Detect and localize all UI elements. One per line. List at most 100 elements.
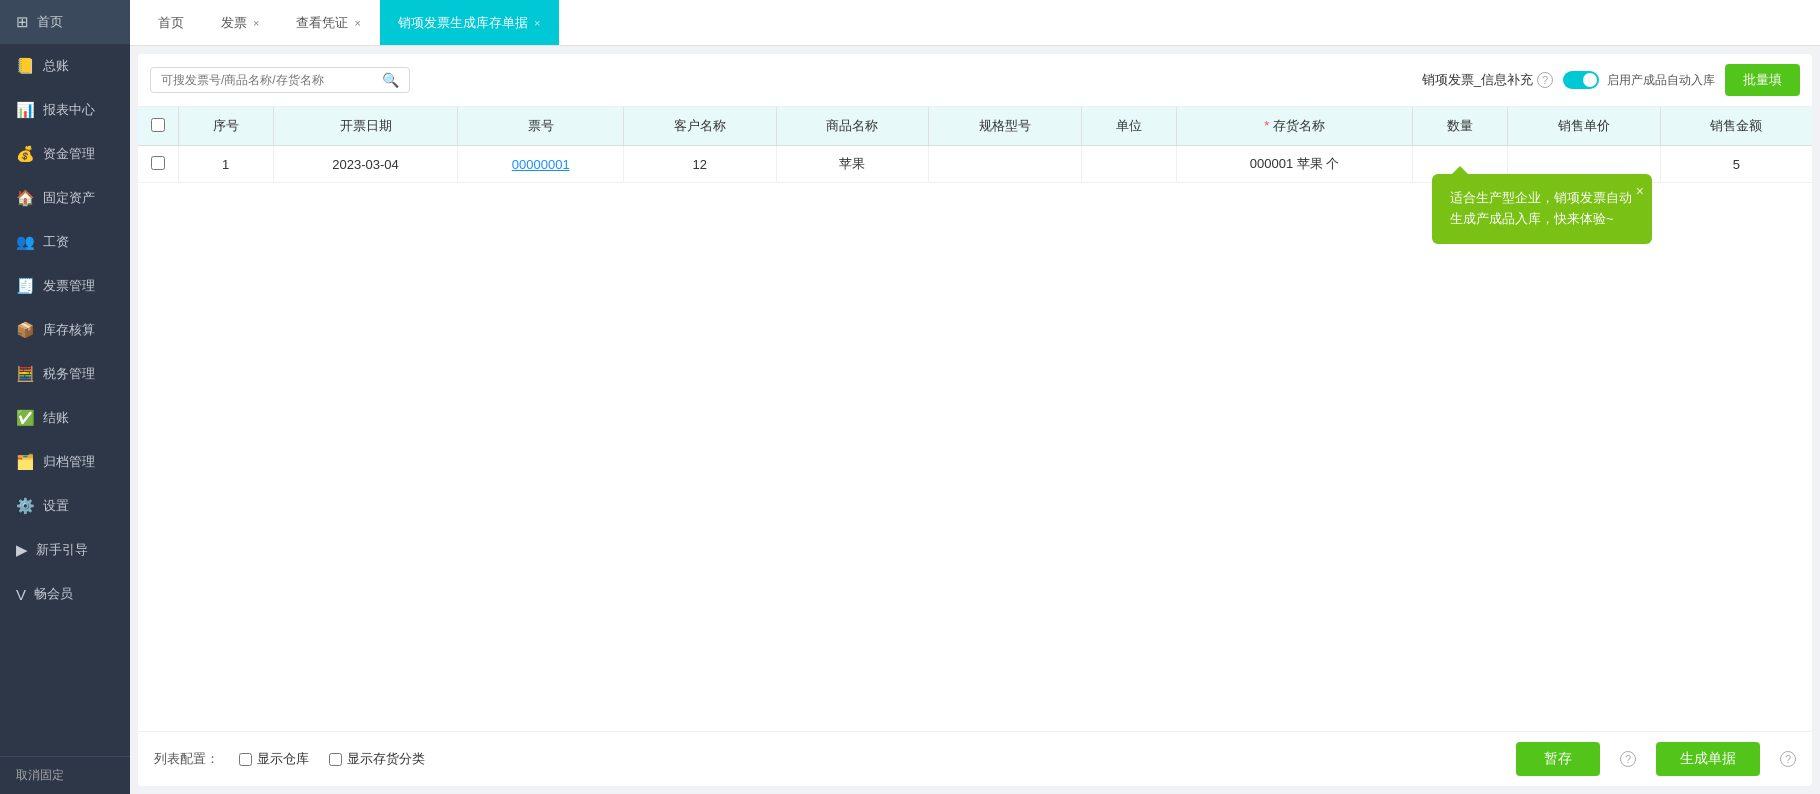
sidebar-label-reports: 报表中心	[43, 101, 95, 119]
td-number-link[interactable]: 00000001	[512, 157, 570, 172]
toggle-wrap: 启用产成品自动入库	[1563, 71, 1715, 89]
sidebar-label-closing: 结账	[43, 409, 69, 427]
sidebar-label-settings: 设置	[43, 497, 69, 515]
sidebar-label-inventory: 库存核算	[43, 321, 95, 339]
reports-icon: 📊	[16, 101, 35, 119]
sidebar-label-salary: 工资	[43, 233, 69, 251]
th-unit: 单位	[1082, 107, 1177, 146]
sidebar-item-reports[interactable]: 📊 报表中心	[0, 88, 130, 132]
sidebar-item-guide[interactable]: ▶ 新手引导	[0, 528, 130, 572]
auto-warehouse-toggle[interactable]	[1563, 71, 1599, 89]
sidebar-label-ledger: 总账	[43, 57, 69, 75]
td-amount: 5	[1660, 146, 1812, 183]
td-seq: 1	[178, 146, 273, 183]
th-count: 数量	[1413, 107, 1508, 146]
sidebar-item-inventory[interactable]: 📦 库存核算	[0, 308, 130, 352]
sidebar-item-member[interactable]: V 畅会员	[0, 572, 130, 616]
th-price: 销售单价	[1508, 107, 1661, 146]
save-help-icon[interactable]: ?	[1620, 751, 1636, 767]
th-inventory: * 存货名称	[1177, 107, 1413, 146]
th-amount: 销售金额	[1660, 107, 1812, 146]
tab-stock-label: 销项发票生成库存单据	[398, 14, 528, 32]
ledger-icon: 📒	[16, 57, 35, 75]
select-all-checkbox[interactable]	[151, 118, 165, 132]
sidebar-item-tax[interactable]: 🧮 税务管理	[0, 352, 130, 396]
show-warehouse-label[interactable]: 显示仓库	[239, 750, 309, 768]
tooltip-text: 适合生产型企业，销项发票自动生成产成品入库，快来体验~	[1450, 190, 1632, 226]
inventory-icon: 📦	[16, 321, 35, 339]
td-spec	[929, 146, 1082, 183]
search-icon: 🔍	[382, 72, 399, 88]
sidebar-item-settings[interactable]: ⚙️ 设置	[0, 484, 130, 528]
content-area: 🔍 销项发票_信息补充 ? 启用产成品自动入库 批量填	[138, 54, 1812, 786]
sidebar-cancel-fixed[interactable]: 取消固定	[0, 756, 130, 794]
guide-icon: ▶	[16, 541, 28, 559]
sidebar-item-archive[interactable]: 🗂️ 归档管理	[0, 440, 130, 484]
sidebar-label-assets: 固定资产	[43, 189, 95, 207]
info-label-text: 销项发票_信息补充	[1422, 71, 1533, 89]
bottom-bar: 列表配置： 显示仓库 显示存货分类 暂存 ? 生成单据 ?	[138, 731, 1812, 786]
td-inventory: 000001 苹果 个	[1177, 146, 1413, 183]
tab-stock-close[interactable]: ×	[534, 17, 540, 29]
data-table: 序号 开票日期 票号 客户名称 商品名称 规格型号 单位 * 存货名称 数量 销…	[138, 107, 1812, 183]
cancel-fixed-label: 取消固定	[16, 768, 64, 782]
search-input[interactable]	[161, 73, 382, 87]
invoice-icon: 🧾	[16, 277, 35, 295]
sidebar-item-invoice[interactable]: 🧾 发票管理	[0, 264, 130, 308]
batch-fill-button[interactable]: 批量填	[1725, 64, 1800, 96]
tab-invoice-label: 发票	[221, 14, 247, 32]
sidebar-label-tax: 税务管理	[43, 365, 95, 383]
tab-invoice-close[interactable]: ×	[253, 17, 259, 29]
show-warehouse-checkbox[interactable]	[239, 753, 252, 766]
tab-invoice[interactable]: 发票 ×	[203, 0, 278, 45]
show-category-checkbox[interactable]	[329, 753, 342, 766]
archive-icon: 🗂️	[16, 453, 35, 471]
sidebar-item-closing[interactable]: ✅ 结账	[0, 396, 130, 440]
funds-icon: 💰	[16, 145, 35, 163]
tooltip-popup: × 适合生产型企业，销项发票自动生成产成品入库，快来体验~	[1432, 174, 1652, 244]
tab-home[interactable]: 首页	[140, 0, 203, 45]
info-help-icon[interactable]: ?	[1537, 72, 1553, 88]
sidebar-item-assets[interactable]: 🏠 固定资产	[0, 176, 130, 220]
generate-button[interactable]: 生成单据	[1656, 742, 1760, 776]
td-date: 2023-03-04	[273, 146, 458, 183]
show-warehouse-text: 显示仓库	[257, 750, 309, 768]
table-header-row: 序号 开票日期 票号 客户名称 商品名称 规格型号 单位 * 存货名称 数量 销…	[138, 107, 1812, 146]
sidebar-item-funds[interactable]: 💰 资金管理	[0, 132, 130, 176]
sidebar-label-guide: 新手引导	[36, 541, 88, 559]
closing-icon: ✅	[16, 409, 35, 427]
member-icon: V	[16, 586, 26, 603]
tab-voucher[interactable]: 查看凭证 ×	[278, 0, 379, 45]
list-config-label: 列表配置：	[154, 750, 219, 768]
toggle-label: 启用产成品自动入库	[1607, 72, 1715, 89]
sidebar-item-salary[interactable]: 👥 工资	[0, 220, 130, 264]
th-date: 开票日期	[273, 107, 458, 146]
tooltip-close-button[interactable]: ×	[1636, 180, 1644, 202]
assets-icon: 🏠	[16, 189, 35, 207]
th-spec: 规格型号	[929, 107, 1082, 146]
row-checkbox[interactable]	[151, 156, 165, 170]
search-box[interactable]: 🔍	[150, 67, 410, 93]
settings-icon: ⚙️	[16, 497, 35, 515]
tab-stock-form[interactable]: 销项发票生成库存单据 ×	[380, 0, 559, 45]
td-number: 00000001	[458, 146, 624, 183]
sidebar-label-home: 首页	[37, 13, 63, 31]
td-customer: 12	[623, 146, 776, 183]
sidebar-label-invoice: 发票管理	[43, 277, 95, 295]
salary-icon: 👥	[16, 233, 35, 251]
tab-voucher-close[interactable]: ×	[354, 17, 360, 29]
tab-voucher-label: 查看凭证	[296, 14, 348, 32]
save-button[interactable]: 暂存	[1516, 742, 1600, 776]
sidebar: ⊞ 首页 📒 总账 📊 报表中心 💰 资金管理 🏠 固定资产 👥 工资 🧾 发票…	[0, 0, 130, 794]
th-number: 票号	[458, 107, 624, 146]
sidebar-item-ledger[interactable]: 📒 总账	[0, 44, 130, 88]
sidebar-item-home[interactable]: ⊞ 首页	[0, 0, 130, 44]
main-area: 首页 发票 × 查看凭证 × 销项发票生成库存单据 × 🔍 销项发票_信息补充 …	[130, 0, 1820, 794]
home-icon: ⊞	[16, 13, 29, 31]
sidebar-label-archive: 归档管理	[43, 453, 95, 471]
show-category-label[interactable]: 显示存货分类	[329, 750, 425, 768]
tab-bar: 首页 发票 × 查看凭证 × 销项发票生成库存单据 ×	[130, 0, 1820, 46]
sidebar-label-member: 畅会员	[34, 585, 73, 603]
generate-help-icon[interactable]: ?	[1780, 751, 1796, 767]
tax-icon: 🧮	[16, 365, 35, 383]
